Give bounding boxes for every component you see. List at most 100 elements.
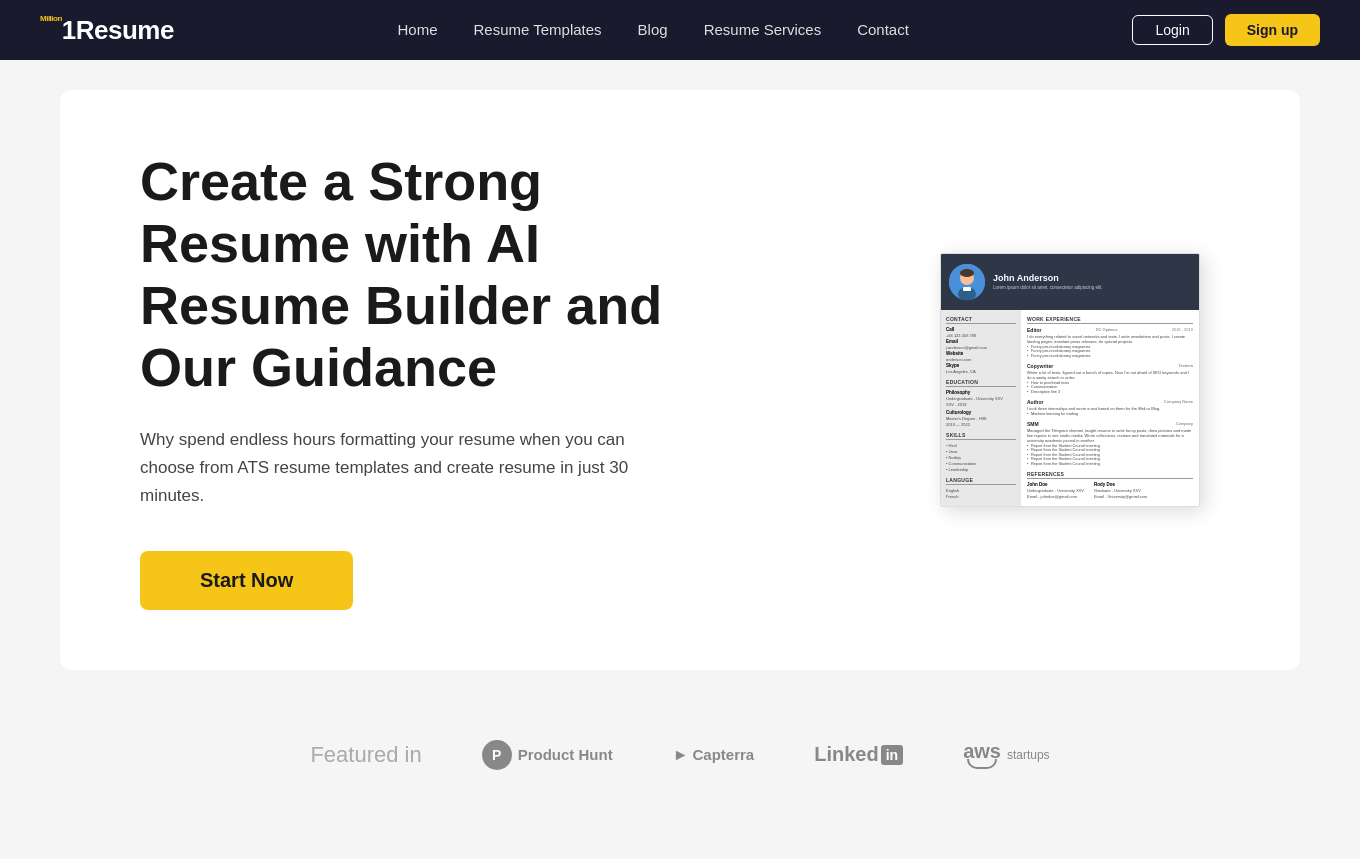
logo[interactable]: Million1Resume bbox=[40, 15, 174, 46]
exp1-company: DC Optimus bbox=[1096, 327, 1118, 333]
avatar bbox=[949, 264, 985, 300]
lang-english: English bbox=[946, 488, 1016, 493]
nav-services[interactable]: Resume Services bbox=[704, 21, 822, 39]
hero-content: Create a Strong Resume with AI Resume Bu… bbox=[140, 150, 740, 610]
linkedin-in: in bbox=[881, 745, 903, 765]
skill-leadership: • Leadership bbox=[946, 467, 1016, 472]
exp2-b2: Communication bbox=[1027, 385, 1193, 389]
logo-million: Million bbox=[40, 14, 62, 23]
producthunt-logo: P Product Hunt bbox=[482, 740, 613, 770]
exp4-b1: Report from the Student Council meeting bbox=[1027, 444, 1193, 448]
exp1-title: Editor bbox=[1027, 327, 1041, 333]
resume-preview: John Anderson Lorem ipsum dolor sit amet… bbox=[940, 253, 1200, 507]
work-exp-title: WORK EXPERIENCE bbox=[1027, 316, 1193, 324]
hero-title: Create a Strong Resume with AI Resume Bu… bbox=[140, 150, 740, 398]
language-section-title: LANGUGE bbox=[946, 477, 1016, 485]
ref2-email: Email - University@gmail.com bbox=[1094, 494, 1147, 499]
ref2-place: Graduate - University XXV bbox=[1094, 488, 1147, 493]
resume-right-col: WORK EXPERIENCE Editor DC Optimus 2018 -… bbox=[1021, 310, 1199, 506]
exp4-desc: Managed the Telegram channel, taught res… bbox=[1027, 428, 1193, 443]
exp1-b2: Funny pre-revolutionary magazines bbox=[1027, 349, 1193, 353]
exp2-b3: Description line 3 bbox=[1027, 390, 1193, 394]
logo-text: Million1Resume bbox=[40, 15, 174, 46]
call-label: Call bbox=[946, 327, 1016, 332]
linkedin-logo: Linked in bbox=[814, 743, 903, 766]
location-label: Skype bbox=[946, 363, 1016, 368]
login-button[interactable]: Login bbox=[1132, 15, 1212, 45]
email-value: j.anderson@gmail.com bbox=[946, 345, 1016, 350]
ref1-place: Undergraduate - University XXV bbox=[1027, 488, 1084, 493]
ref1-name: John Doe bbox=[1027, 482, 1084, 487]
exp1-date: 2018 - 2019 bbox=[1172, 327, 1193, 333]
edu2-title: Culturology bbox=[946, 410, 1016, 415]
edu2-dates: 2019 — 2022 bbox=[946, 422, 1016, 427]
ref2-name: Rody Doe bbox=[1094, 482, 1147, 487]
nav-blog[interactable]: Blog bbox=[638, 21, 668, 39]
featured-section: Featured in P Product Hunt ► Capterra Li… bbox=[0, 700, 1360, 810]
exp3-title: Author bbox=[1027, 399, 1043, 405]
exp1-b3: Funny pre-revolutionary magazines bbox=[1027, 354, 1193, 358]
exp4-company: Company bbox=[1176, 421, 1193, 427]
linkedin-text: Linked bbox=[814, 743, 878, 766]
resume-body: CONTACT Call +94 123 456 789 Email j.and… bbox=[941, 310, 1199, 506]
ph-icon: P bbox=[482, 740, 512, 770]
nav-home[interactable]: Home bbox=[397, 21, 437, 39]
exp2-title: Copywriter bbox=[1027, 363, 1053, 369]
svg-rect-4 bbox=[963, 287, 971, 291]
exp4-b4: Report from the Student Council meeting bbox=[1027, 457, 1193, 461]
call-value: +94 123 456 789 bbox=[946, 333, 1016, 338]
resume-person-name: John Anderson bbox=[993, 273, 1103, 283]
resume-header: John Anderson Lorem ipsum dolor sit amet… bbox=[941, 254, 1199, 310]
exp-editor: Editor DC Optimus 2018 - 2019 I do every… bbox=[1027, 327, 1193, 358]
signup-button[interactable]: Sign up bbox=[1225, 14, 1320, 46]
exp2-company: Texterra bbox=[1179, 363, 1193, 369]
hero-subtitle: Why spend endless hours formatting your … bbox=[140, 426, 660, 510]
aws-logo: aws startups bbox=[963, 740, 1050, 769]
exp-author: Author Company Name I took three interns… bbox=[1027, 399, 1193, 416]
capterra-logo: ► Capterra bbox=[673, 746, 755, 764]
exp4-b5: Report from the Student Council meeting bbox=[1027, 462, 1193, 466]
ref1-email: Email - johndoe@gmail.com bbox=[1027, 494, 1084, 499]
capterra-label: Capterra bbox=[693, 746, 755, 763]
nav-contact[interactable]: Contact bbox=[857, 21, 909, 39]
education-section-title: EDUCATION bbox=[946, 379, 1016, 387]
references-title: REFERENCES bbox=[1027, 471, 1193, 479]
hero-wrapper: Create a Strong Resume with AI Resume Bu… bbox=[0, 60, 1360, 700]
skills-section-title: SKILLS bbox=[946, 432, 1016, 440]
aws-startups-label: startups bbox=[1007, 748, 1050, 762]
featured-label: Featured in bbox=[310, 742, 421, 768]
location-value: Los Angeles, CA bbox=[946, 369, 1016, 374]
exp2-b1: How to proofread texts bbox=[1027, 381, 1193, 385]
skill-communication: • Communication bbox=[946, 461, 1016, 466]
capterra-arrow-icon: ► bbox=[673, 746, 689, 764]
exp3-desc: I took three internships and wrote a tex… bbox=[1027, 406, 1193, 411]
ref1: John Doe Undergraduate - University XXV … bbox=[1027, 482, 1084, 500]
skill-nodejs: • Nodejs bbox=[946, 455, 1016, 460]
website-value: anderson.com bbox=[946, 357, 1016, 362]
contact-section-title: CONTACT bbox=[946, 316, 1016, 324]
skill-java: • Java bbox=[946, 449, 1016, 454]
skill-html: • Html bbox=[946, 443, 1016, 448]
exp4-b3: Report from the Student Council meeting bbox=[1027, 453, 1193, 457]
exp4-b2: Report from the Student Council meeting bbox=[1027, 448, 1193, 452]
exp3-b1: Machine learning for trading bbox=[1027, 412, 1193, 416]
ref2: Rody Doe Graduate - University XXV Email… bbox=[1094, 482, 1147, 500]
resume-left-col: CONTACT Call +94 123 456 789 Email j.and… bbox=[941, 310, 1021, 506]
resume-name-block: John Anderson Lorem ipsum dolor sit amet… bbox=[993, 273, 1103, 290]
nav-templates[interactable]: Resume Templates bbox=[473, 21, 601, 39]
avatar-svg bbox=[949, 264, 985, 300]
resume-preview-container: John Anderson Lorem ipsum dolor sit amet… bbox=[940, 253, 1220, 507]
hero-card: Create a Strong Resume with AI Resume Bu… bbox=[60, 90, 1300, 670]
start-now-button[interactable]: Start Now bbox=[140, 551, 353, 610]
exp-copywriter: Copywriter Texterra Wrote a lot of texts… bbox=[1027, 363, 1193, 394]
exp1-b1: Funny pre-revolutionary magazines bbox=[1027, 345, 1193, 349]
edu1-title: Philosophy bbox=[946, 390, 1016, 395]
svg-point-3 bbox=[960, 269, 974, 277]
exp1-desc: I do everything related to social networ… bbox=[1027, 334, 1193, 344]
ph-label: Product Hunt bbox=[518, 746, 613, 763]
aws-arc-icon bbox=[967, 759, 997, 769]
exp-smm: SMM Company Managed the Telegram channel… bbox=[1027, 421, 1193, 466]
exp3-company: Company Name bbox=[1164, 399, 1193, 405]
exp4-title: SMM bbox=[1027, 421, 1039, 427]
navbar: Million1Resume Home Resume Templates Blo… bbox=[0, 0, 1360, 60]
